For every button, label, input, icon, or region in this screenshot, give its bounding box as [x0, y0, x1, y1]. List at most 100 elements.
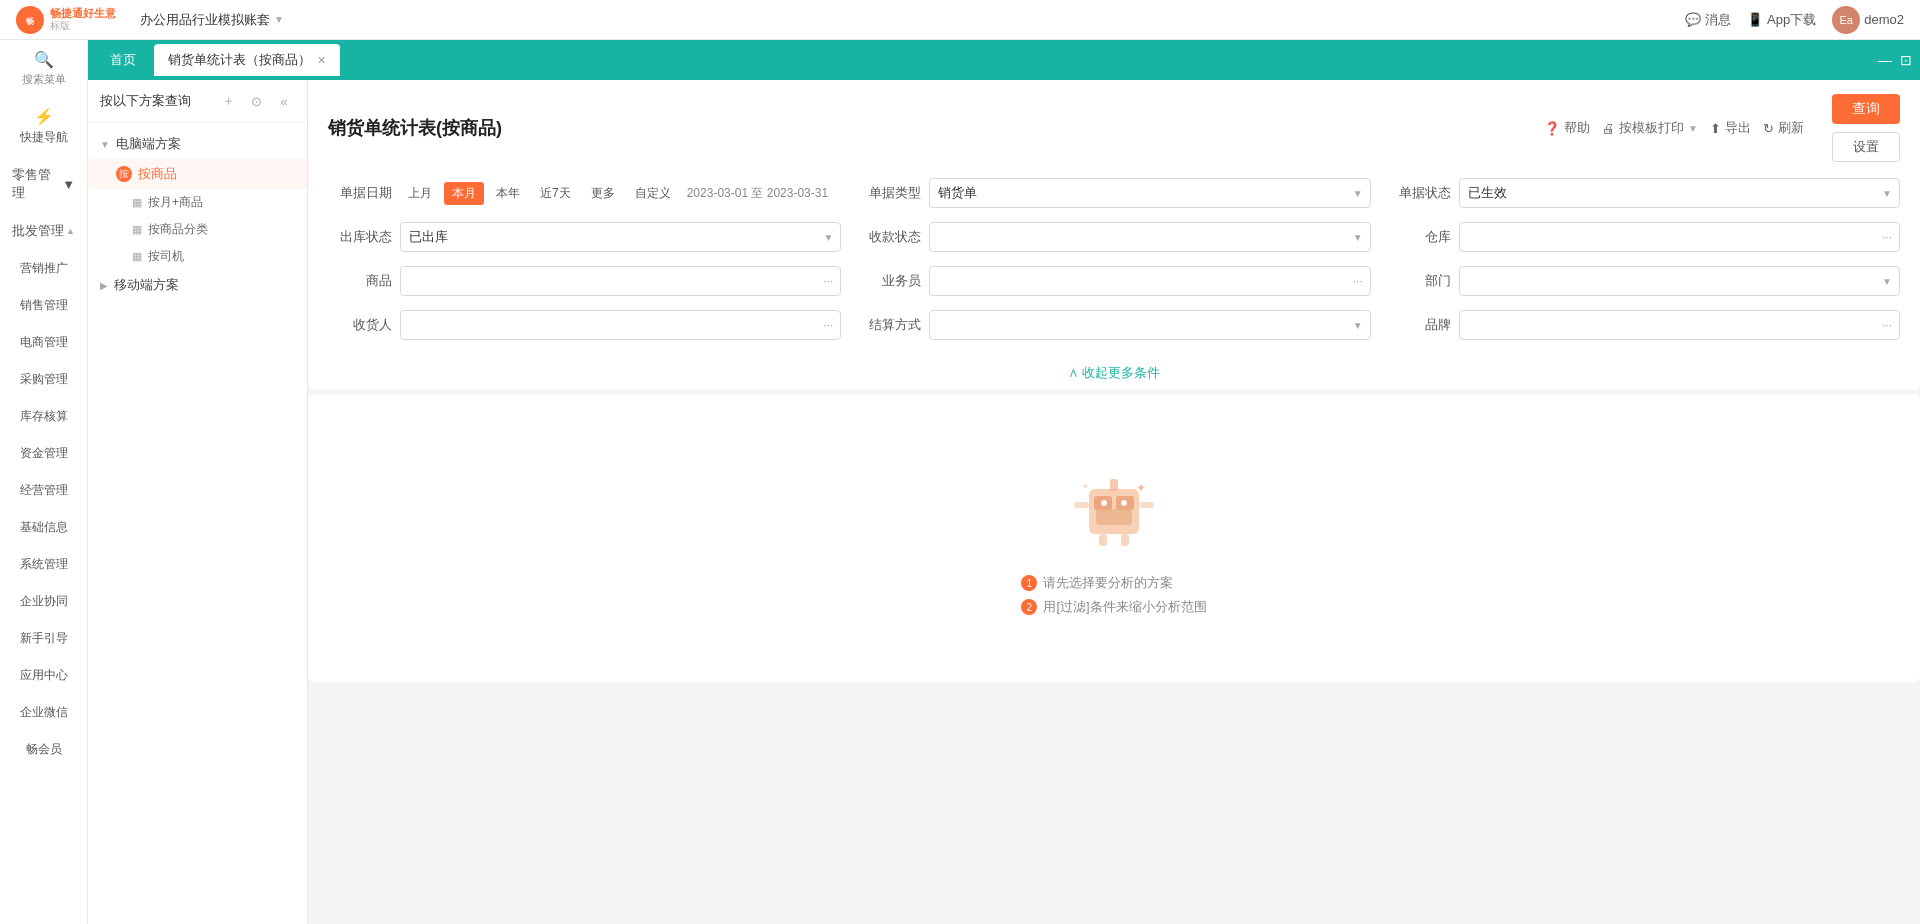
date-tab-more[interactable]: 更多 [583, 182, 623, 205]
tab-report[interactable]: 销货单统计表（按商品） ✕ [154, 44, 340, 76]
sidebar-item-base[interactable]: 基础信息 [0, 509, 87, 546]
warehouse-input[interactable] [1459, 222, 1900, 252]
tree-item-by-goods[interactable]: 按 按商品 [88, 159, 307, 189]
date-tab-custom[interactable]: 自定义 [627, 182, 679, 205]
recv-status-control: ▼ [929, 222, 1370, 252]
date-tab-7days[interactable]: 近7天 [532, 182, 579, 205]
tab-home[interactable]: 首页 [96, 44, 150, 76]
sidebar-item-retail[interactable]: 零售管理 [0, 156, 87, 212]
refresh-icon: ↻ [1763, 121, 1774, 136]
filter-doc-type: 单据类型 ▼ [857, 178, 1370, 208]
payment-control: ▼ [929, 310, 1370, 340]
svg-text:✦: ✦ [1136, 481, 1146, 495]
goods-dots-icon[interactable]: ··· [823, 274, 833, 288]
doc-type-input[interactable] [929, 178, 1370, 208]
left-panel-actions: ＋ ⊙ « [217, 90, 295, 112]
date-tab-this-year[interactable]: 本年 [488, 182, 528, 205]
tab-bar: 首页 销货单统计表（按商品） ✕ — ⊡ [88, 40, 1920, 80]
refresh-btn[interactable]: ↻ 刷新 [1763, 119, 1804, 137]
help-btn[interactable]: ❓ 帮助 [1544, 119, 1590, 137]
page-actions: ❓ 帮助 🖨 按模板打印 ▼ ⬆ 导出 [1544, 119, 1804, 137]
download-icon: 📱 [1747, 12, 1763, 27]
sidebar-item-finance[interactable]: 资金管理 [0, 435, 87, 472]
date-tab-this-month[interactable]: 本月 [444, 182, 484, 205]
logo-text: 畅捷通好生意 标版 [50, 7, 116, 32]
tab-close-icon[interactable]: ✕ [317, 54, 326, 67]
active-scheme-icon: 按 [116, 166, 132, 182]
goods-input[interactable] [400, 266, 841, 296]
brand-input[interactable] [1459, 310, 1900, 340]
sidebar-item-app-center[interactable]: 应用中心 [0, 657, 87, 694]
sidebar-item-sales[interactable]: 销售管理 [0, 287, 87, 324]
export-icon: ⬆ [1710, 121, 1721, 136]
dept-control: ▼ [1459, 266, 1900, 296]
sidebar-quick-nav[interactable]: ⚡ 快捷导航 [0, 97, 87, 156]
tree-sub-month-goods[interactable]: ▦ 按月+商品 [88, 189, 307, 216]
sidebar-search[interactable]: 🔍 搜索菜单 [0, 40, 87, 97]
sidebar-item-guide[interactable]: 新手引导 [0, 620, 87, 657]
filter-goods: 商品 ··· [328, 266, 841, 296]
staff-dots-icon[interactable]: ··· [1353, 274, 1363, 288]
empty-state: ✦ ✦ 1 请先选择要分析的方案 2 用[过滤]条件来缩小分析范围 [308, 394, 1920, 682]
filter-row-2: 出库状态 ▼ 收款状态 ▼ [328, 222, 1900, 252]
tree-sub-driver[interactable]: ▦ 按司机 [88, 243, 307, 270]
message-btn[interactable]: 💬 消息 [1685, 11, 1731, 29]
filter-row-4: 收货人 ··· 结算方式 ▼ [328, 310, 1900, 340]
receiver-control: ··· [400, 310, 841, 340]
main-layout: 🔍 搜索菜单 ⚡ 快捷导航 零售管理 批发管理 营销推广 销售管理 电商管理 采… [0, 40, 1920, 924]
out-status-control: ▼ [400, 222, 841, 252]
settings-button[interactable]: 设置 [1832, 132, 1900, 162]
tree-group-pc[interactable]: ▼ 电脑端方案 [88, 129, 307, 159]
date-tab-last-month[interactable]: 上月 [400, 182, 440, 205]
sub-icon-1: ▦ [132, 196, 142, 209]
query-button[interactable]: 查询 [1832, 94, 1900, 124]
filter-row-3: 商品 ··· 业务员 ··· [328, 266, 1900, 296]
filter-dept: 部门 ▼ [1387, 266, 1900, 296]
maximize-icon[interactable]: ⊡ [1900, 52, 1912, 68]
collapse-panel-btn[interactable]: « [273, 90, 295, 112]
app-selector[interactable]: 办公用品行业模拟账套 ▼ [140, 11, 284, 29]
user-menu[interactable]: Ea demo2 [1832, 6, 1904, 34]
sidebar-item-marketing[interactable]: 营销推广 [0, 250, 87, 287]
dept-input[interactable] [1459, 266, 1900, 296]
doc-type-control: ▼ [929, 178, 1370, 208]
tree-sub-category[interactable]: ▦ 按商品分类 [88, 216, 307, 243]
avatar: Ea [1832, 6, 1860, 34]
help-icon: ❓ [1544, 121, 1560, 136]
sidebar-item-inventory[interactable]: 库存核算 [0, 398, 87, 435]
collapse-bar[interactable]: ∧ 收起更多条件 [308, 356, 1920, 390]
edit-scheme-btn[interactable]: ⊙ [245, 90, 267, 112]
sidebar-item-ecommerce[interactable]: 电商管理 [0, 324, 87, 361]
svg-text:畅: 畅 [26, 17, 34, 26]
tree-group-mobile[interactable]: ▶ 移动端方案 [88, 270, 307, 300]
minimize-icon[interactable]: — [1878, 52, 1892, 68]
add-scheme-btn[interactable]: ＋ [217, 90, 239, 112]
sidebar-item-management[interactable]: 经营管理 [0, 472, 87, 509]
content-area: 首页 销货单统计表（按商品） ✕ — ⊡ 按以下方案查询 ＋ ⊙ « [88, 40, 1920, 924]
sidebar-item-wechat[interactable]: 企业微信 [0, 694, 87, 731]
receiver-input[interactable] [400, 310, 841, 340]
page-wrapper: 按以下方案查询 ＋ ⊙ « ▼ 电脑端方案 按 按商品 [88, 80, 1920, 924]
brand-dots-icon[interactable]: ··· [1882, 318, 1892, 332]
doc-status-input[interactable] [1459, 178, 1900, 208]
sidebar-item-purchase[interactable]: 采购管理 [0, 361, 87, 398]
export-btn[interactable]: ⬆ 导出 [1710, 119, 1751, 137]
svg-point-6 [1101, 500, 1107, 506]
receiver-dots-icon[interactable]: ··· [823, 318, 833, 332]
out-status-input[interactable] [400, 222, 841, 252]
app-download-btn[interactable]: 📱 App下载 [1747, 11, 1816, 29]
recv-status-input[interactable] [929, 222, 1370, 252]
print-btn[interactable]: 🖨 按模板打印 ▼ [1602, 119, 1698, 137]
empty-illustration: ✦ ✦ [1064, 454, 1164, 554]
sidebar-item-wholesale[interactable]: 批发管理 [0, 212, 87, 250]
staff-input[interactable] [929, 266, 1370, 296]
warehouse-dots-icon[interactable]: ··· [1882, 230, 1892, 244]
header-right: 💬 消息 📱 App下载 Ea demo2 [1685, 6, 1904, 34]
sidebar-item-member[interactable]: 畅会员 [0, 731, 87, 768]
page-title: 销货单统计表(按商品) [328, 116, 502, 140]
sidebar-item-enterprise[interactable]: 企业协同 [0, 583, 87, 620]
filter-date: 单据日期 上月 本月 本年 近7天 更多 自定义 20 [328, 178, 841, 208]
left-panel: 按以下方案查询 ＋ ⊙ « ▼ 电脑端方案 按 按商品 [88, 80, 308, 924]
sidebar-item-system[interactable]: 系统管理 [0, 546, 87, 583]
payment-input[interactable] [929, 310, 1370, 340]
